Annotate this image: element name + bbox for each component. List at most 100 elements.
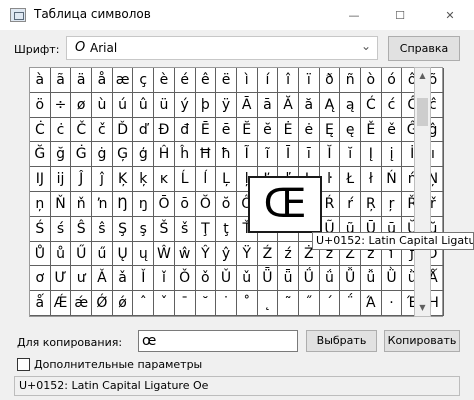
char-cell[interactable]: ˆ	[133, 291, 155, 316]
char-cell[interactable]: Ň	[50, 191, 72, 217]
char-cell[interactable]: ˛	[257, 291, 279, 316]
char-cell[interactable]: ÿ	[216, 92, 237, 118]
char-cell[interactable]: Ċ	[30, 117, 51, 143]
char-cell[interactable]: Ę	[319, 117, 341, 143]
char-cell[interactable]: ò	[361, 68, 382, 93]
char-cell[interactable]: Ǒ	[174, 266, 196, 292]
char-cell[interactable]: ů	[50, 241, 72, 267]
char-cell[interactable]: Ŗ	[361, 191, 382, 217]
char-cell[interactable]: ǖ	[278, 266, 299, 292]
copy-button[interactable]: Копировать	[384, 330, 460, 352]
char-cell[interactable]: ǘ	[319, 266, 341, 292]
char-cell[interactable]: ŏ	[216, 191, 237, 217]
char-cell[interactable]: Ŏ	[195, 191, 217, 217]
char-cell[interactable]: ·	[381, 291, 403, 316]
char-cell[interactable]: ΄	[319, 291, 341, 316]
char-cell[interactable]: ģ	[133, 142, 155, 168]
char-cell[interactable]: ǎ	[112, 266, 134, 292]
char-cell[interactable]: Ą	[319, 92, 341, 118]
char-cell[interactable]: ñ	[340, 68, 361, 93]
char-cell[interactable]: ĺ	[195, 167, 217, 192]
char-cell[interactable]: è	[154, 68, 175, 93]
char-cell[interactable]: ǐ	[154, 266, 175, 292]
char-cell[interactable]: ī	[298, 142, 320, 168]
char-cell[interactable]: ï	[298, 68, 320, 93]
char-cell[interactable]: Ġ	[71, 142, 93, 168]
char-cell[interactable]: ċ	[50, 117, 72, 143]
char-cell[interactable]: ǽ	[71, 291, 93, 316]
char-cell[interactable]: Į	[361, 142, 382, 168]
char-cell[interactable]: Ŕ	[319, 191, 341, 217]
char-cell[interactable]: Ī	[278, 142, 299, 168]
char-cell[interactable]: Ǎ	[92, 266, 113, 292]
char-cell[interactable]: ł	[361, 167, 382, 192]
char-cell[interactable]: ĕ	[257, 117, 279, 143]
char-cell[interactable]: š	[174, 216, 196, 242]
char-cell[interactable]: ç	[133, 68, 155, 93]
char-cell[interactable]: ă	[298, 92, 320, 118]
char-cell[interactable]: ú	[112, 92, 134, 118]
char-cell[interactable]: ǻ	[30, 291, 51, 316]
char-cell[interactable]: Ź	[257, 241, 279, 267]
scrollbar-thumb[interactable]	[417, 98, 428, 126]
char-cell[interactable]: Ų	[112, 241, 134, 267]
char-cell[interactable]: ë	[216, 68, 237, 93]
char-cell[interactable]: ˚	[236, 291, 258, 316]
char-cell[interactable]: å	[92, 68, 113, 93]
char-cell[interactable]: Ŵ	[154, 241, 175, 267]
scroll-up-icon[interactable]: ▲	[415, 68, 430, 84]
char-cell[interactable]: ě	[381, 117, 403, 143]
char-cell[interactable]: Ǚ	[340, 266, 361, 292]
char-cell[interactable]: ğ	[50, 142, 72, 168]
char-cell[interactable]: ħ	[216, 142, 237, 168]
char-cell[interactable]: Ć	[361, 92, 382, 118]
char-cell[interactable]: Ś	[30, 216, 51, 242]
char-cell[interactable]: ķ	[133, 167, 155, 192]
char-cell[interactable]: Ļ	[216, 167, 237, 192]
char-cell[interactable]: ň	[71, 191, 93, 217]
char-cell[interactable]: ǔ	[236, 266, 258, 292]
char-cell[interactable]: Ǜ	[381, 266, 403, 292]
char-cell[interactable]: ˙	[216, 291, 237, 316]
char-cell[interactable]: î	[278, 68, 299, 93]
char-cell[interactable]: Ǔ	[216, 266, 237, 292]
char-cell[interactable]: æ	[112, 68, 134, 93]
char-cell[interactable]: ä	[71, 68, 93, 93]
char-cell[interactable]: č	[92, 117, 113, 143]
char-cell[interactable]: í	[257, 68, 279, 93]
char-cell[interactable]: ó	[381, 68, 403, 93]
char-cell[interactable]: ś	[50, 216, 72, 242]
chevron-down-icon[interactable]: ⌄	[361, 39, 371, 53]
char-cell[interactable]: Ħ	[195, 142, 217, 168]
maximize-button[interactable]: ☐	[382, 0, 418, 30]
char-cell[interactable]: Ł	[340, 167, 361, 192]
char-cell[interactable]: ˜	[278, 291, 299, 316]
char-cell[interactable]: û	[133, 92, 155, 118]
char-cell[interactable]: þ	[195, 92, 217, 118]
char-cell[interactable]: ü	[154, 92, 175, 118]
char-cell[interactable]: Ģ	[112, 142, 134, 168]
char-cell[interactable]: đ	[174, 117, 196, 143]
char-cell[interactable]: ˝	[298, 291, 320, 316]
char-cell[interactable]: ˉ	[174, 291, 196, 316]
scroll-down-icon[interactable]: ▼	[415, 300, 430, 316]
char-cell[interactable]: ş	[133, 216, 155, 242]
char-cell[interactable]: Ǘ	[298, 266, 320, 292]
char-cell[interactable]: Ō	[154, 191, 175, 217]
char-cell[interactable]: Ÿ	[236, 241, 258, 267]
char-cell[interactable]: ŋ	[133, 191, 155, 217]
char-cell[interactable]: ö	[30, 92, 51, 118]
char-cell[interactable]: ņ	[30, 191, 51, 217]
char-cell[interactable]: ű	[92, 241, 113, 267]
char-cell[interactable]: ė	[298, 117, 320, 143]
char-cell[interactable]: Ů	[30, 241, 51, 267]
char-cell[interactable]: Ğ	[30, 142, 51, 168]
char-cell[interactable]: ŗ	[381, 191, 403, 217]
char-cell[interactable]: ŀ	[319, 167, 341, 192]
char-cell[interactable]: Ά	[361, 291, 382, 316]
char-cell[interactable]: ŷ	[216, 241, 237, 267]
char-cell[interactable]: ŵ	[174, 241, 196, 267]
char-cell[interactable]: ź	[278, 241, 299, 267]
char-cell[interactable]: Ķ	[112, 167, 134, 192]
advanced-view-label[interactable]: Дополнительные параметры	[34, 358, 202, 371]
